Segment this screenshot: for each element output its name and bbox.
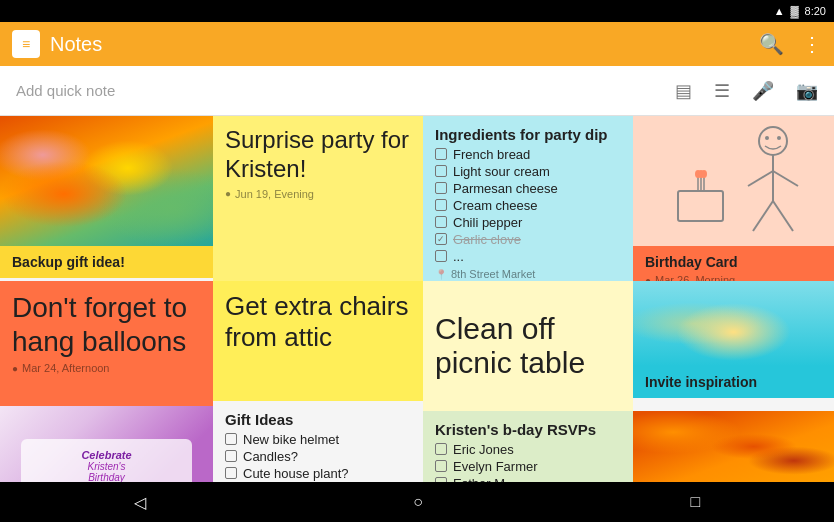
celebrate-note[interactable]: Celebrate Kristen's Birthday	[0, 406, 213, 482]
ingredients-store: 📍 8th Street Market	[435, 268, 621, 280]
ing-item-3: Cream cheese	[435, 198, 621, 213]
battery-icon: ▓	[791, 5, 799, 17]
flower-photo	[633, 281, 834, 366]
list-icon[interactable]: ▤	[675, 80, 692, 102]
rsvp-note[interactable]: Kristen's b-day RSVPs Eric Jones Evelyn …	[423, 411, 633, 482]
surprise-text: Surprise party for Kristen!	[225, 126, 411, 184]
clean-off-text: Clean off picnic table	[435, 312, 621, 381]
checklist-icon[interactable]: ☰	[714, 80, 730, 102]
svg-point-0	[759, 127, 787, 155]
svg-line-3	[773, 171, 798, 186]
more-icon[interactable]: ⋮	[802, 32, 822, 56]
dont-forget-text: Don't forget to hang balloons	[12, 291, 201, 358]
invite-note[interactable]: Invite inspiration	[633, 281, 834, 411]
quick-note-input[interactable]: Add quick note	[16, 82, 663, 99]
ing-item-6: ...	[435, 249, 621, 264]
ing-item-0: French bread	[435, 147, 621, 162]
notes-column-2: Surprise party for Kristen! ● Jun 19, Ev…	[213, 116, 423, 482]
svg-point-13	[765, 136, 769, 140]
quick-note-icons: ▤ ☰ 🎤 📷	[675, 80, 818, 102]
gift-item-2: Cute house plant?	[225, 466, 411, 481]
wifi-icon: ▲	[774, 5, 785, 17]
gift-item-1: Candles?	[225, 449, 411, 464]
chairs-text: Get extra chairs from attic	[225, 291, 411, 353]
ing-item-1: Light sour cream	[435, 164, 621, 179]
mic-icon[interactable]: 🎤	[752, 80, 774, 102]
rsvp-title: Kristen's b-day RSVPs	[435, 421, 621, 438]
camera-icon[interactable]: 📷	[796, 80, 818, 102]
food-image	[633, 411, 834, 482]
celebrate-image: Celebrate Kristen's Birthday	[0, 406, 213, 482]
rsvp-list: Eric Jones Evelyn Farmer Esther M Hannah…	[435, 442, 621, 482]
svg-rect-6	[678, 191, 723, 221]
birthday-card-note[interactable]: Birthday Card ● Mar 26, Morning	[633, 116, 834, 281]
ing-item-2: Parmesan cheese	[435, 181, 621, 196]
toolbar: ≡ Notes 🔍 ⋮	[0, 22, 834, 66]
flowers-image	[0, 116, 213, 246]
dont-forget-note[interactable]: Don't forget to hang balloons ● Mar 24, …	[0, 281, 213, 406]
home-button[interactable]: ○	[413, 493, 423, 511]
notes-column-1: Backup gift idea! Don't forget to hang b…	[0, 116, 213, 482]
invite-label: Invite inspiration	[633, 366, 834, 398]
flowers-note[interactable]: Backup gift idea!	[0, 116, 213, 281]
birthday-card-label: Birthday Card ● Mar 26, Morning	[633, 246, 834, 281]
quick-note-bar: Add quick note ▤ ☰ 🎤 📷	[0, 66, 834, 116]
app-logo: ≡	[12, 30, 40, 58]
ing-item-4: Chili pepper	[435, 215, 621, 230]
notes-grid: Backup gift idea! Don't forget to hang b…	[0, 116, 834, 482]
gift-item-0: New bike helmet	[225, 432, 411, 447]
clean-off-note[interactable]: Clean off picnic table	[423, 281, 633, 411]
svg-line-4	[753, 201, 773, 231]
dont-forget-date-icon: ●	[12, 363, 18, 374]
ingredients-note[interactable]: Ingredients for party dip French bread L…	[423, 116, 633, 281]
birthday-card-date: ● Mar 26, Morning	[645, 274, 822, 281]
flowers-label: Backup gift idea!	[0, 246, 213, 278]
gift-ideas-list: New bike helmet Candles? Cute house plan…	[225, 432, 411, 482]
search-icon[interactable]: 🔍	[759, 32, 784, 56]
rsvp-item-2: Esther M	[435, 476, 621, 482]
svg-point-14	[777, 136, 781, 140]
bottom-nav: ◁ ○ □	[0, 482, 834, 522]
dont-forget-date: ● Mar 24, Afternoon	[12, 362, 201, 374]
status-bar: ▲ ▓ 8:20	[0, 0, 834, 22]
surprise-date: ● Jun 19, Evening	[225, 188, 411, 200]
recent-apps-button[interactable]: □	[691, 493, 701, 511]
gift-ideas-note[interactable]: Gift Ideas New bike helmet Candles? Cute…	[213, 401, 423, 482]
ingredients-title: Ingredients for party dip	[435, 126, 621, 143]
status-bar-right: ▲ ▓ 8:20	[774, 5, 826, 17]
food-photo-note[interactable]	[633, 411, 834, 482]
clock: 8:20	[805, 5, 826, 17]
svg-line-5	[773, 201, 793, 231]
surprise-party-note[interactable]: Surprise party for Kristen! ● Jun 19, Ev…	[213, 116, 423, 281]
drawing-area	[633, 116, 834, 246]
toolbar-icons: 🔍 ⋮	[759, 32, 822, 56]
svg-line-2	[748, 171, 773, 186]
gift-ideas-title: Gift Ideas	[225, 411, 411, 428]
app-title: Notes	[50, 33, 749, 56]
ingredients-list: French bread Light sour cream Parmesan c…	[435, 147, 621, 264]
rsvp-item-0: Eric Jones	[435, 442, 621, 457]
notes-column-4: Birthday Card ● Mar 26, Morning Invite i…	[633, 116, 834, 482]
svg-point-12	[701, 170, 707, 178]
notes-column-3: Ingredients for party dip French bread L…	[423, 116, 633, 482]
ing-item-5: Garlic clove	[435, 232, 621, 247]
rsvp-item-1: Evelyn Farmer	[435, 459, 621, 474]
back-button[interactable]: ◁	[134, 493, 146, 512]
chairs-note[interactable]: Get extra chairs from attic	[213, 281, 423, 401]
